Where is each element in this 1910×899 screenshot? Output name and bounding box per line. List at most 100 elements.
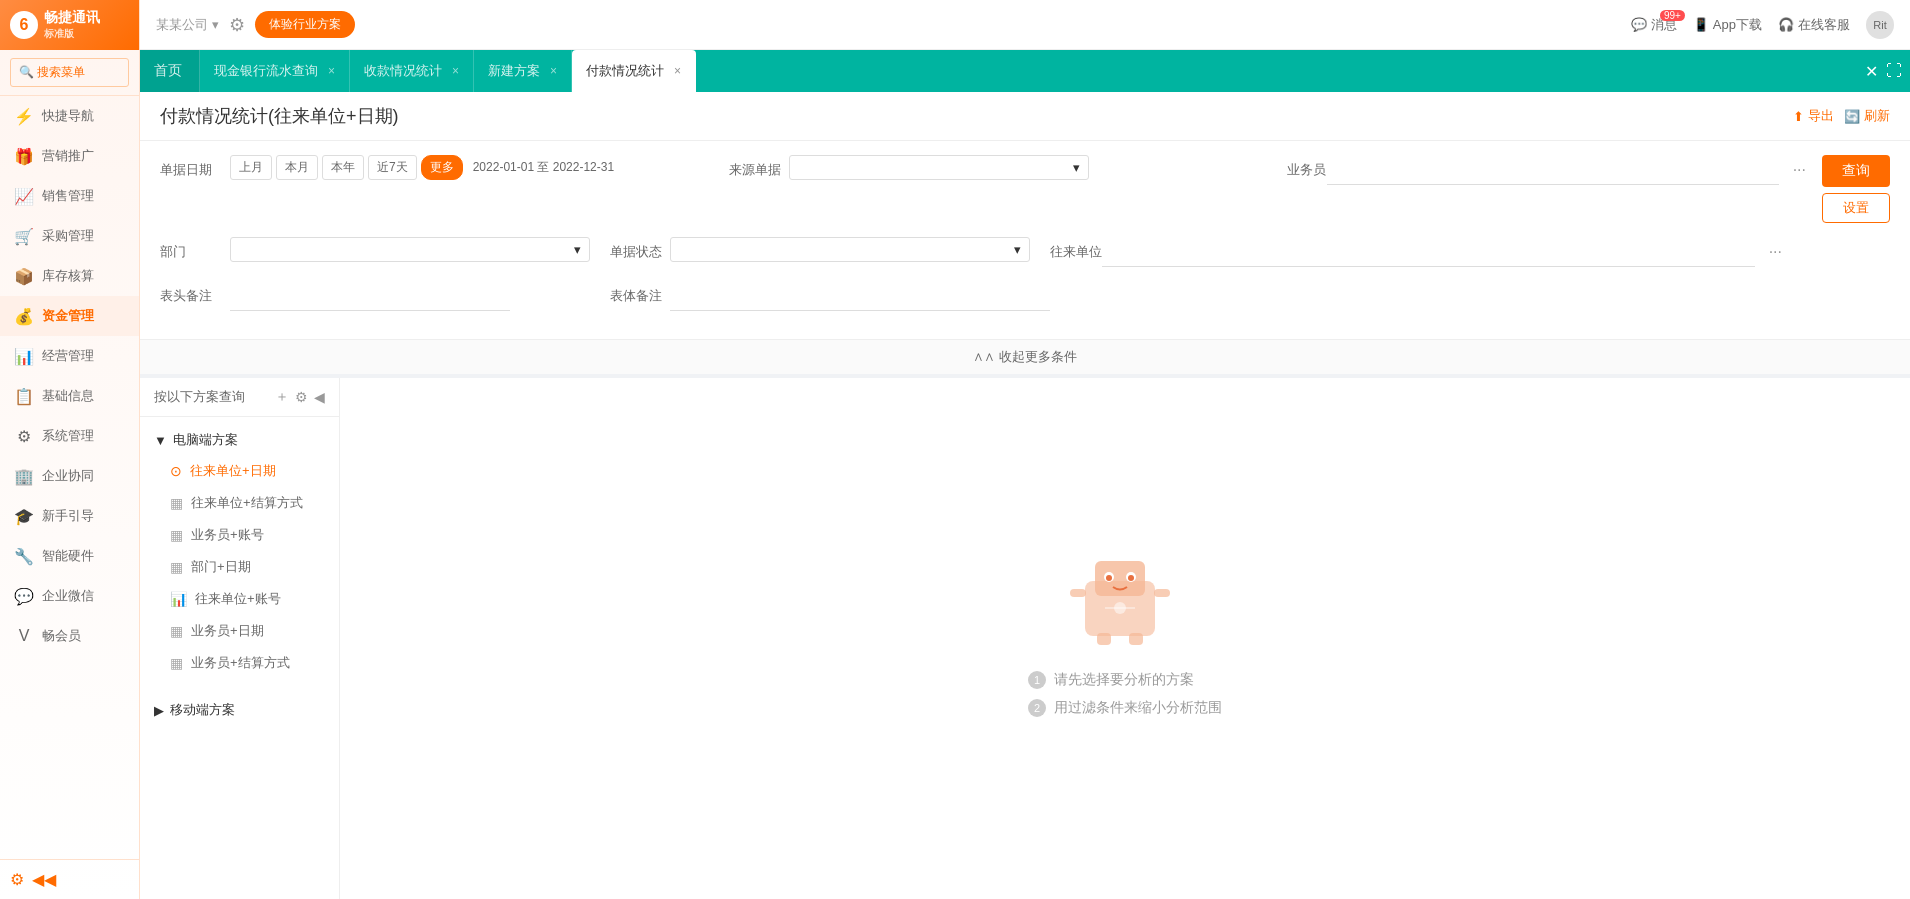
close-all-tabs-button[interactable]: ✕ bbox=[1865, 62, 1878, 81]
headset-icon: 🎧 bbox=[1778, 17, 1794, 32]
enterprise-icon: 🏢 bbox=[14, 466, 34, 486]
filter-body: 单据日期 上月 本月 本年 近7天 更多 2022-01-01 至 2022-1… bbox=[140, 141, 1910, 339]
sidebar-item-hardware[interactable]: 🔧 智能硬件 bbox=[0, 536, 139, 576]
mobile-section-header[interactable]: ▶ 移动端方案 bbox=[140, 695, 339, 725]
sidebar-item-finance[interactable]: 💰 资金管理 bbox=[0, 296, 139, 336]
date-last-month[interactable]: 上月 bbox=[230, 155, 272, 180]
messages-button[interactable]: 💬 消息 99+ bbox=[1631, 16, 1677, 34]
svg-rect-6 bbox=[1070, 589, 1086, 597]
sidebar-item-quick-nav[interactable]: ⚡ 快捷导航 bbox=[0, 96, 139, 136]
wechat-icon: 💬 bbox=[14, 586, 34, 606]
refresh-icon: 🔄 bbox=[1844, 109, 1860, 124]
tab-cash-flow[interactable]: 现金银行流水查询 × bbox=[200, 50, 350, 92]
content-header-actions: ⬆ 导出 🔄 刷新 bbox=[1793, 107, 1890, 125]
collapse-bar[interactable]: ∧∧ 收起更多条件 bbox=[140, 339, 1910, 374]
sidebar-item-basic-info[interactable]: 📋 基础信息 bbox=[0, 376, 139, 416]
sidebar-item-purchase[interactable]: 🛒 采购管理 bbox=[0, 216, 139, 256]
sidebar-search[interactable]: 🔍 搜索菜单 bbox=[0, 50, 139, 96]
svg-rect-7 bbox=[1154, 589, 1170, 597]
date-this-year[interactable]: 本年 bbox=[322, 155, 364, 180]
scheme-icon-2: ▦ bbox=[170, 527, 183, 543]
online-support-button[interactable]: 🎧 在线客服 bbox=[1778, 16, 1850, 34]
scheme-collapse-button[interactable]: ◀ bbox=[314, 389, 325, 405]
scheme-item-counterparty-settle[interactable]: ▦ 往来单位+结算方式 bbox=[140, 487, 339, 519]
source-field: ▾ bbox=[789, 155, 1268, 180]
desktop-section-header[interactable]: ▼ 电脑端方案 bbox=[140, 425, 339, 455]
sidebar-item-system[interactable]: ⚙ 系统管理 bbox=[0, 416, 139, 456]
page-title: 付款情况统计(往来单位+日期) bbox=[160, 104, 399, 128]
tab-new-scheme[interactable]: 新建方案 × bbox=[474, 50, 572, 92]
tab-receipt-stats[interactable]: 收款情况统计 × bbox=[350, 50, 474, 92]
tab-payment-stats[interactable]: 付款情况统计 × bbox=[572, 50, 696, 92]
company-selector[interactable]: 某某公司 ▾ bbox=[156, 16, 219, 34]
export-button[interactable]: ⬆ 导出 bbox=[1793, 107, 1834, 125]
scheme-icon-6: ▦ bbox=[170, 655, 183, 671]
scheme-item-dept-date[interactable]: ▦ 部门+日期 bbox=[140, 551, 339, 583]
sidebar-item-marketing[interactable]: 🎁 营销推广 bbox=[0, 136, 139, 176]
source-select[interactable]: ▾ bbox=[789, 155, 1089, 180]
scheme-item-counterparty-date[interactable]: ⊙ 往来单位+日期 bbox=[140, 455, 339, 487]
scheme-settings-button[interactable]: ⚙ bbox=[295, 389, 308, 405]
industry-btn[interactable]: 体验行业方案 bbox=[255, 11, 355, 38]
tab-home[interactable]: 首页 bbox=[140, 50, 200, 92]
scheme-icon-5: ▦ bbox=[170, 623, 183, 639]
sidebar-item-enterprise[interactable]: 🏢 企业协同 bbox=[0, 456, 139, 496]
sidebar-item-guide[interactable]: 🎓 新手引导 bbox=[0, 496, 139, 536]
filter-row-1: 单据日期 上月 本月 本年 近7天 更多 2022-01-01 至 2022-1… bbox=[160, 155, 1890, 223]
sidebar-item-inventory[interactable]: 📦 库存核算 bbox=[0, 256, 139, 296]
system-icon: ⚙ bbox=[14, 426, 34, 446]
svg-rect-1 bbox=[1095, 561, 1145, 596]
scheme-panel-tools: ＋ ⚙ ◀ bbox=[275, 388, 325, 406]
scheme-item-salesman-account[interactable]: ▦ 业务员+账号 bbox=[140, 519, 339, 551]
date-more[interactable]: 更多 bbox=[421, 155, 463, 180]
app-download-button[interactable]: 📱 App下载 bbox=[1693, 16, 1762, 34]
sidebar-item-member[interactable]: V 畅会员 bbox=[0, 616, 139, 656]
marketing-icon: 🎁 bbox=[14, 146, 34, 166]
counterparty-more-icon[interactable]: ··· bbox=[1769, 243, 1782, 261]
logo-text: 畅捷通讯 标准版 bbox=[44, 9, 100, 41]
add-scheme-button[interactable]: ＋ bbox=[275, 388, 289, 406]
maximize-button[interactable]: ⛶ bbox=[1886, 62, 1902, 80]
counterparty-label: 往来单位 bbox=[1030, 237, 1102, 267]
close-payment-stats-icon[interactable]: × bbox=[674, 64, 681, 78]
counterparty-field: ··· bbox=[1102, 237, 1782, 267]
sidebar-item-operations[interactable]: 📊 经营管理 bbox=[0, 336, 139, 376]
sales-icon: 📈 bbox=[14, 186, 34, 206]
operations-icon: 📊 bbox=[14, 346, 34, 366]
scheme-item-salesman-settle[interactable]: ▦ 业务员+结算方式 bbox=[140, 647, 339, 679]
scheme-item-counterparty-account[interactable]: 📊 往来单位+账号 bbox=[140, 583, 339, 615]
status-select[interactable]: ▾ bbox=[670, 237, 1030, 262]
query-button[interactable]: 查询 bbox=[1822, 155, 1890, 187]
phone-icon: 📱 bbox=[1693, 17, 1709, 32]
date-range: 2022-01-01 至 2022-12-31 bbox=[473, 159, 614, 176]
refresh-button[interactable]: 🔄 刷新 bbox=[1844, 107, 1890, 125]
salesman-more-icon[interactable]: ··· bbox=[1793, 161, 1806, 179]
user-avatar[interactable]: Rit bbox=[1866, 11, 1894, 39]
sidebar-collapse-button[interactable]: ◀◀ bbox=[32, 870, 56, 889]
settings-icon-button[interactable]: ⚙ bbox=[229, 14, 245, 36]
results-content: 1 请先选择要分析的方案 2 用过滤条件来缩小分析范围 bbox=[340, 378, 1910, 899]
quick-nav-icon: ⚡ bbox=[14, 106, 34, 126]
search-menu-button[interactable]: 🔍 搜索菜单 bbox=[10, 58, 129, 87]
date-this-month[interactable]: 本月 bbox=[276, 155, 318, 180]
sidebar-item-wechat[interactable]: 💬 企业微信 bbox=[0, 576, 139, 616]
filter-panel: 单据日期 上月 本月 本年 近7天 更多 2022-01-01 至 2022-1… bbox=[140, 141, 1910, 374]
guide-icon: 🎓 bbox=[14, 506, 34, 526]
sidebar-item-sales[interactable]: 📈 销售管理 bbox=[0, 176, 139, 216]
scheme-icon-1: ▦ bbox=[170, 495, 183, 511]
body-remark-label: 表体备注 bbox=[590, 281, 670, 311]
close-receipt-stats-icon[interactable]: × bbox=[452, 64, 459, 78]
svg-rect-8 bbox=[1097, 633, 1111, 645]
settings-button[interactable]: 设置 bbox=[1822, 193, 1890, 223]
sidebar-settings-button[interactable]: ⚙ bbox=[10, 870, 24, 889]
close-new-scheme-icon[interactable]: × bbox=[550, 64, 557, 78]
empty-tip-2: 2 用过滤条件来缩小分析范围 bbox=[1028, 699, 1222, 717]
scheme-item-salesman-date[interactable]: ▦ 业务员+日期 bbox=[140, 615, 339, 647]
date-last-7[interactable]: 近7天 bbox=[368, 155, 417, 180]
close-cash-flow-icon[interactable]: × bbox=[328, 64, 335, 78]
sidebar-footer: ⚙ ◀◀ bbox=[0, 859, 139, 899]
export-icon: ⬆ bbox=[1793, 109, 1804, 124]
svg-point-4 bbox=[1106, 575, 1112, 581]
sidebar-logo: 6 畅捷通讯 标准版 bbox=[0, 0, 139, 50]
dept-select[interactable]: ▾ bbox=[230, 237, 590, 262]
